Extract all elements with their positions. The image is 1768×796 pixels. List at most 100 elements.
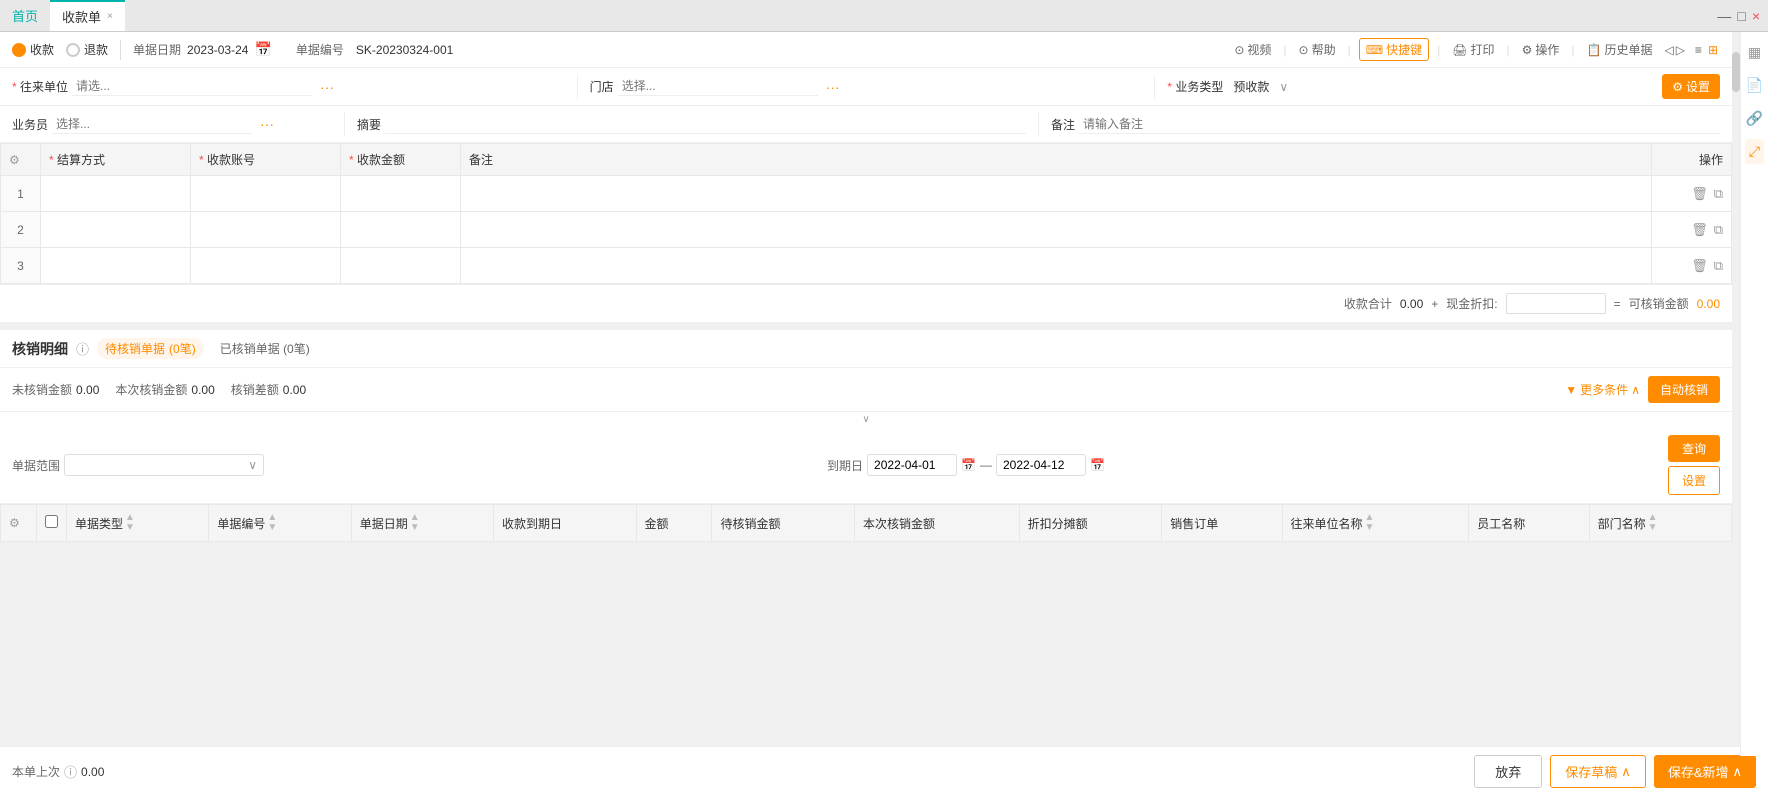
scrollbar-thumb[interactable] [1732,52,1740,92]
row-2-account[interactable] [191,212,341,248]
settings-btn[interactable]: ⚙ 设置 [1662,74,1720,99]
list-view-icon[interactable]: ≡ [1693,41,1704,59]
receipt-account-label: 收款账号 [199,153,255,167]
unverified-value: 0.00 [76,383,99,397]
table-row: 2 🗑 ⧉ [1,212,1732,248]
row-3-copy-icon[interactable]: ⧉ [1714,258,1723,274]
sidebar-table-icon[interactable]: ▦ [1744,40,1765,65]
sales-order-col: 销售订单 [1162,505,1282,542]
collapse-chevron[interactable]: ∨ [862,414,869,425]
sidebar-expand-icon[interactable]: ⤢ [1745,139,1764,164]
tab-home[interactable]: 首页 [0,0,50,31]
unverified-stat: 未核销金额 0.00 [12,381,99,398]
query-btn[interactable]: 查询 [1668,435,1720,462]
refund-radio[interactable]: 退款 [66,41,108,58]
row-3-amount[interactable] [341,248,461,284]
row-1-amount[interactable] [341,176,461,212]
to-calendar-icon[interactable]: 📅 [1090,458,1105,472]
minimize-icon[interactable]: — [1717,8,1731,24]
bill-no-label: 单据编号 [296,41,344,58]
verify-info-icon[interactable]: ⓘ [76,339,89,358]
row-3-remark[interactable] [461,248,1652,284]
history-btn[interactable]: 📋 历史单据 [1582,39,1656,60]
row-2-amount[interactable] [341,212,461,248]
row-3-account[interactable] [191,248,341,284]
counterpart-more-btn[interactable]: ··· [316,79,338,95]
row-3-delete-icon[interactable]: 🗑 [1691,258,1708,274]
receipt-table-container: ⚙ 结算方式 收款账号 收款金额 备注 [0,143,1732,284]
row-1-delete-icon[interactable]: 🗑 [1691,186,1708,202]
grid-view-icon[interactable]: ⊞ [1706,41,1720,59]
help-btn[interactable]: ⊙ 帮助 [1295,39,1340,60]
staff-more-btn[interactable]: ··· [256,116,278,132]
row-1-account[interactable] [191,176,341,212]
store-more-btn[interactable]: ··· [822,79,844,95]
row-1-copy-icon[interactable]: ⧉ [1714,186,1723,202]
footer-info-icon[interactable]: ⓘ [64,762,77,781]
verify-settings-btn[interactable]: 设置 [1668,466,1720,495]
due-date-label: 到期日 [827,457,863,474]
tab-home-label: 首页 [12,6,38,25]
discount-input[interactable] [1506,293,1606,314]
prev-arrow[interactable]: ◁ [1664,43,1673,57]
counterpart-input[interactable] [72,77,312,96]
available-value: 0.00 [1697,297,1720,311]
staff-input[interactable] [52,115,252,134]
counterpart-sort[interactable]: ▲▼ [1365,513,1375,533]
close-icon[interactable]: × [1752,8,1760,24]
bottom-table-settings-icon[interactable]: ⚙ [9,516,20,530]
row-1-remark[interactable] [461,176,1652,212]
bill-type-sort[interactable]: ▲▼ [125,513,135,533]
save-new-btn[interactable]: 保存&新增 ∧ [1654,755,1756,788]
store-input[interactable] [618,77,818,96]
remark-input[interactable] [1079,115,1720,134]
biz-type-dropdown[interactable]: ∨ [1279,80,1288,94]
print-btn[interactable]: 🖨 打印 [1448,39,1498,60]
summary-row: 收款合计 0.00 + 现金折扣: = 可核销金额 0.00 [0,284,1732,322]
bill-range-field: 单据范围 ∨ [12,454,264,476]
to-date-input[interactable] [996,454,1086,476]
save-draft-btn[interactable]: 保存草稿 ∧ [1550,755,1646,788]
table-settings-icon[interactable]: ⚙ [9,153,20,167]
current-verify-col: 本次核销金额 [854,505,1019,542]
row-1-payment[interactable] [41,176,191,212]
row-2-delete-icon[interactable]: 🗑 [1691,222,1708,238]
tab-receipt[interactable]: 收款单 × [50,0,125,31]
row-2-copy-icon[interactable]: ⧉ [1714,222,1723,238]
verified-tab[interactable]: 已核销单据 (0笔) [212,338,318,359]
maximize-icon[interactable]: □ [1737,8,1745,24]
receipt-radio-dot [12,43,26,57]
calendar-icon[interactable]: 📅 [254,41,271,58]
receipt-radio[interactable]: 收款 [12,41,54,58]
row-2-actions: 🗑 ⧉ [1652,212,1732,248]
row-2-remark[interactable] [461,212,1652,248]
from-date-input[interactable] [867,454,957,476]
counterpart-col: 往来单位名称 ▲▼ [1282,505,1469,542]
divider-4 [344,112,345,136]
table-row: 1 🗑 ⧉ [1,176,1732,212]
video-btn[interactable]: ⊙ 视频 [1230,39,1275,60]
dept-sort[interactable]: ▲▼ [1648,513,1658,533]
bill-date-sort[interactable]: ▲▼ [410,513,420,533]
more-filter-btn[interactable]: ▼ 更多条件 ∧ [1565,381,1640,398]
abandon-btn[interactable]: 放弃 [1474,755,1542,788]
sidebar-link-icon[interactable]: 🔗 [1742,106,1767,131]
next-arrow[interactable]: ▷ [1676,43,1685,57]
auto-verify-btn[interactable]: 自动核销 [1648,376,1720,403]
summary-input[interactable] [385,115,1026,134]
operation-btn[interactable]: ⚙ 操作 [1518,39,1564,60]
tab-close-icon[interactable]: × [107,11,113,22]
bill-range-select[interactable]: ∨ [64,454,264,476]
sidebar-doc-icon[interactable]: 📄 [1742,73,1767,98]
pending-verify-tab[interactable]: 待核销单据 (0笔) [97,338,204,359]
bill-no-sort[interactable]: ▲▼ [267,513,277,533]
row-3-payment[interactable] [41,248,191,284]
shortcut-btn[interactable]: ⌨ 快捷键 [1359,38,1429,61]
scrollbar[interactable] [1732,32,1740,756]
video-icon: ⊙ [1234,43,1244,57]
form-row-1: 往来单位 ··· 门店 ··· 业务类型 预收款 ∨ ⚙ 设置 [0,68,1732,106]
amount-col: 金额 [636,505,712,542]
row-2-payment[interactable] [41,212,191,248]
from-calendar-icon[interactable]: 📅 [961,458,976,472]
select-all-checkbox[interactable] [45,515,58,528]
